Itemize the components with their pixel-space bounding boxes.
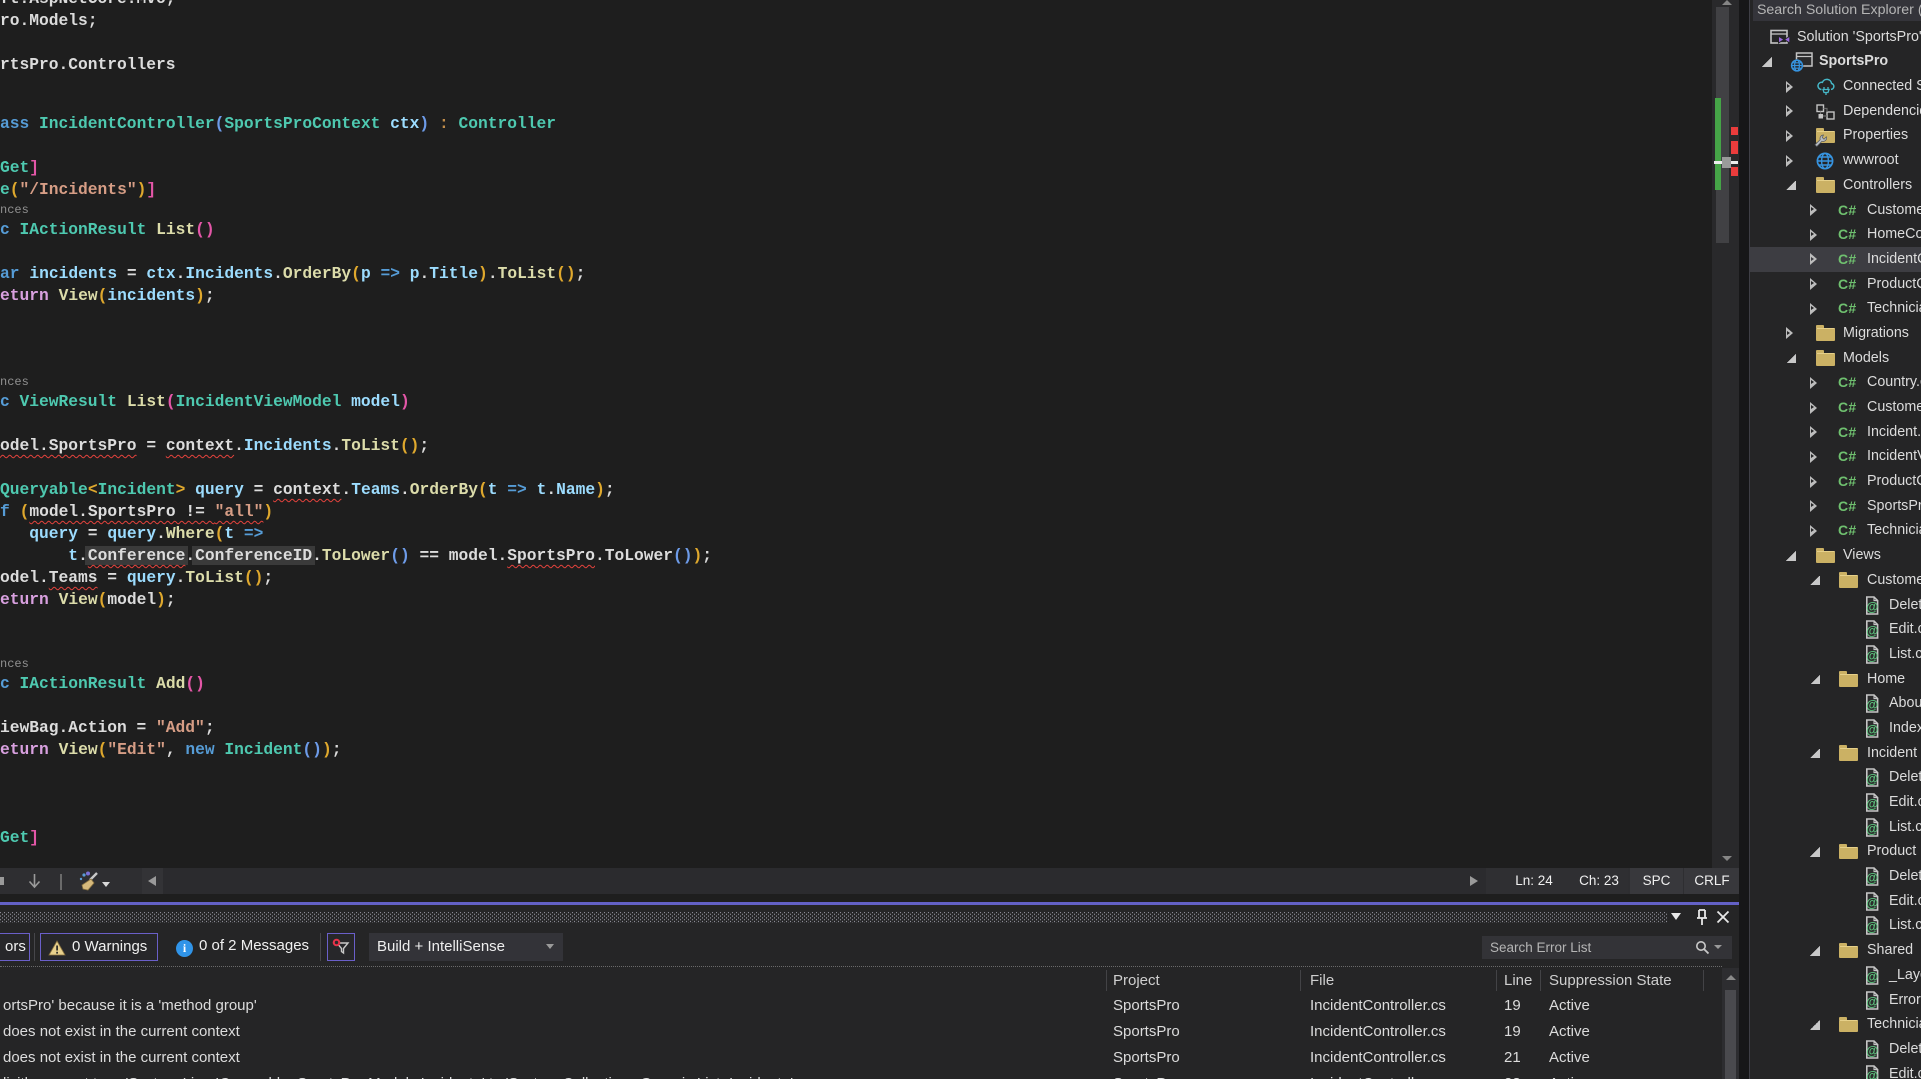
svg-text:@: @ [1866, 723, 1878, 737]
svg-text:@: @ [1866, 970, 1878, 984]
svg-text:@: @ [1866, 995, 1878, 1009]
svg-text:@: @ [1866, 797, 1878, 811]
svg-text:@: @ [1866, 624, 1878, 638]
svg-text:@: @ [1866, 1044, 1878, 1058]
svg-text:@: @ [1866, 1069, 1878, 1079]
svg-text:@: @ [1866, 822, 1878, 836]
svg-text:@: @ [1866, 920, 1878, 934]
svg-text:@: @ [1866, 600, 1878, 614]
svg-text:@: @ [1866, 896, 1878, 910]
svg-text:@: @ [1866, 649, 1878, 663]
svg-text:@: @ [1866, 772, 1878, 786]
svg-text:@: @ [1866, 698, 1878, 712]
svg-text:@: @ [1866, 871, 1878, 885]
